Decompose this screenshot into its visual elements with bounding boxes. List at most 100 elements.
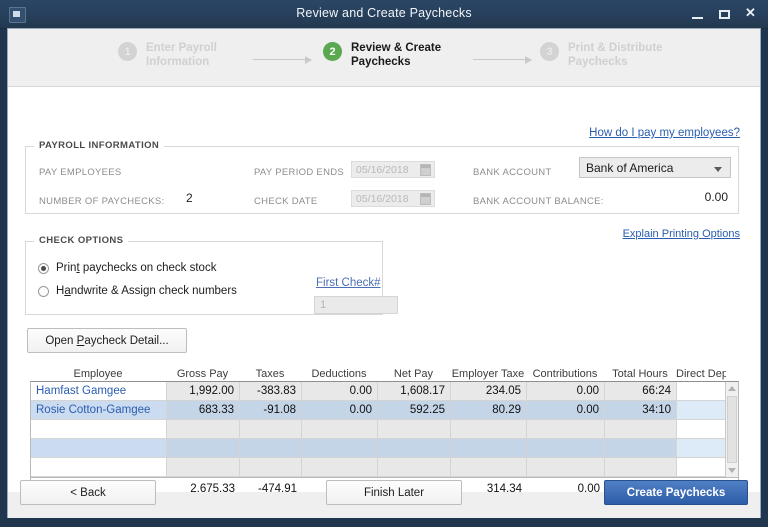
cell-value[interactable]: [167, 439, 240, 457]
cell-value[interactable]: [302, 439, 378, 457]
cell-value[interactable]: [527, 439, 605, 457]
cell-value[interactable]: [167, 420, 240, 438]
cell-value[interactable]: [677, 439, 727, 457]
table-row[interactable]: [31, 458, 738, 477]
step-2-line2: Paychecks: [351, 56, 411, 68]
cell-value[interactable]: 0.00: [302, 401, 378, 419]
first-check-number-link[interactable]: First Check#: [316, 277, 381, 289]
cell-value[interactable]: [240, 458, 302, 476]
step-3-line1: Print & Distribute: [568, 42, 663, 54]
cell-value[interactable]: 0.00: [527, 401, 605, 419]
bank-account-dropdown[interactable]: Bank of America: [579, 157, 731, 178]
cell-value[interactable]: [527, 458, 605, 476]
first-check-number-input[interactable]: 1: [314, 296, 398, 314]
payroll-information-group: PAYROLL INFORMATION PAY EMPLOYEES NUMBER…: [25, 140, 739, 214]
cell-employee[interactable]: [31, 420, 167, 438]
scrollbar-thumb[interactable]: [727, 396, 737, 463]
application-window: Review and Create Paychecks 1 Enter Payr…: [0, 0, 768, 527]
cell-value[interactable]: -383.83: [240, 382, 302, 400]
table-row[interactable]: [31, 420, 738, 439]
cell-value[interactable]: 1,608.17: [378, 382, 451, 400]
radio-print-paychecks[interactable]: Print paychecks on check stock: [38, 262, 216, 274]
cell-employee[interactable]: [31, 458, 167, 476]
back-button[interactable]: < Back: [20, 480, 156, 505]
cell-value[interactable]: [378, 458, 451, 476]
cell-value[interactable]: 234.05: [451, 382, 527, 400]
table-grid: Hamfast Gamgee 1,992.00 -383.83 0.00 1,608.1…: [30, 381, 739, 478]
cell-value[interactable]: 34:10: [605, 401, 677, 419]
cell-employee[interactable]: Hamfast Gamgee: [31, 382, 167, 400]
cell-value[interactable]: [677, 420, 727, 438]
cell-value[interactable]: [605, 420, 677, 438]
table-row[interactable]: Hamfast Gamgee 1,992.00 -383.83 0.00 1,608.1…: [31, 382, 738, 401]
cell-value[interactable]: [677, 401, 727, 419]
calendar-icon[interactable]: [420, 193, 431, 205]
cell-value[interactable]: [378, 439, 451, 457]
radio-handwrite-post: ndwrite & Assign check numbers: [70, 285, 237, 297]
radio-print-pre: Prin: [56, 262, 77, 274]
step-2-label: Review & Create Paychecks: [351, 41, 441, 69]
column-header-5[interactable]: Employer Taxe: [450, 368, 526, 381]
bank-account-balance-label: BANK ACCOUNT BALANCE:: [473, 196, 604, 207]
cell-value[interactable]: [451, 420, 527, 438]
pay-employees-label: PAY EMPLOYEES: [39, 167, 122, 178]
cell-value[interactable]: [240, 420, 302, 438]
cell-value[interactable]: 0.00: [302, 382, 378, 400]
step-1-line1: Enter Payroll: [146, 42, 217, 54]
column-header-6[interactable]: Contributions: [526, 368, 604, 381]
close-icon[interactable]: [745, 6, 758, 19]
cell-value[interactable]: [167, 458, 240, 476]
table-row[interactable]: Rosie Cotton-Gamgee 683.33 -91.08 0.00 592.2…: [31, 401, 738, 420]
column-header-7[interactable]: Total Hours: [604, 368, 676, 381]
cell-value[interactable]: [451, 439, 527, 457]
pay-period-ends-field[interactable]: 05/16/2018: [351, 161, 435, 178]
cell-value[interactable]: 80.29: [451, 401, 527, 419]
radio-handwrite-checks[interactable]: Handwrite & Assign check numbers: [38, 285, 237, 297]
column-header-3[interactable]: Deductions: [301, 368, 377, 381]
column-header-4[interactable]: Net Pay: [377, 368, 450, 381]
cell-employee[interactable]: [31, 439, 167, 457]
wizard-step-3[interactable]: 3 Print & Distribute Paychecks: [540, 41, 663, 69]
cell-value[interactable]: 0.00: [527, 382, 605, 400]
column-header-2[interactable]: Taxes: [239, 368, 301, 381]
check-date-field[interactable]: 05/16/2018: [351, 190, 435, 207]
finish-later-button[interactable]: Finish Later: [326, 480, 462, 505]
minimize-icon[interactable]: [691, 8, 704, 21]
cell-value[interactable]: 66:24: [605, 382, 677, 400]
cell-value[interactable]: 592.25: [378, 401, 451, 419]
cell-value[interactable]: [378, 420, 451, 438]
cell-value[interactable]: [677, 382, 727, 400]
create-paychecks-button[interactable]: Create Paychecks: [604, 480, 748, 505]
cell-value[interactable]: 1,992.00: [167, 382, 240, 400]
wizard-step-1[interactable]: 1 Enter Payroll Information: [118, 41, 217, 69]
column-header-0[interactable]: Employee: [30, 368, 166, 381]
open-paycheck-detail-button[interactable]: Open Paycheck Detail...: [27, 328, 187, 353]
table-vertical-scrollbar[interactable]: [725, 382, 738, 477]
scroll-down-icon[interactable]: [726, 464, 738, 477]
how-do-i-pay-link[interactable]: How do I pay my employees?: [589, 127, 740, 139]
cell-value[interactable]: -91.08: [240, 401, 302, 419]
explain-printing-options-link[interactable]: Explain Printing Options: [623, 228, 740, 240]
cell-value[interactable]: [302, 458, 378, 476]
column-header-1[interactable]: Gross Pay: [166, 368, 239, 381]
cell-value[interactable]: [240, 439, 302, 457]
cell-value[interactable]: [527, 420, 605, 438]
dialog-body: 1 Enter Payroll Information 2 Review & C…: [7, 28, 761, 518]
scroll-up-icon[interactable]: [726, 382, 738, 395]
cell-value[interactable]: [605, 439, 677, 457]
table-row[interactable]: [31, 439, 738, 458]
cell-value[interactable]: [677, 458, 727, 476]
step-1-label: Enter Payroll Information: [146, 41, 217, 69]
calendar-icon[interactable]: [420, 164, 431, 176]
step-3-line2: Paychecks: [568, 56, 628, 68]
cell-value[interactable]: 683.33: [167, 401, 240, 419]
cell-employee[interactable]: Rosie Cotton-Gamgee: [31, 401, 167, 419]
wizard-step-2[interactable]: 2 Review & Create Paychecks: [323, 41, 441, 69]
cell-value[interactable]: [605, 458, 677, 476]
maximize-icon[interactable]: [718, 8, 731, 21]
step-1-line2: Information: [146, 56, 210, 68]
column-header-8[interactable]: Direct Dep: [676, 368, 726, 381]
cell-value[interactable]: [451, 458, 527, 476]
cell-value[interactable]: [302, 420, 378, 438]
dialog-footer: < Back Finish Later Create Paychecks: [8, 480, 760, 518]
